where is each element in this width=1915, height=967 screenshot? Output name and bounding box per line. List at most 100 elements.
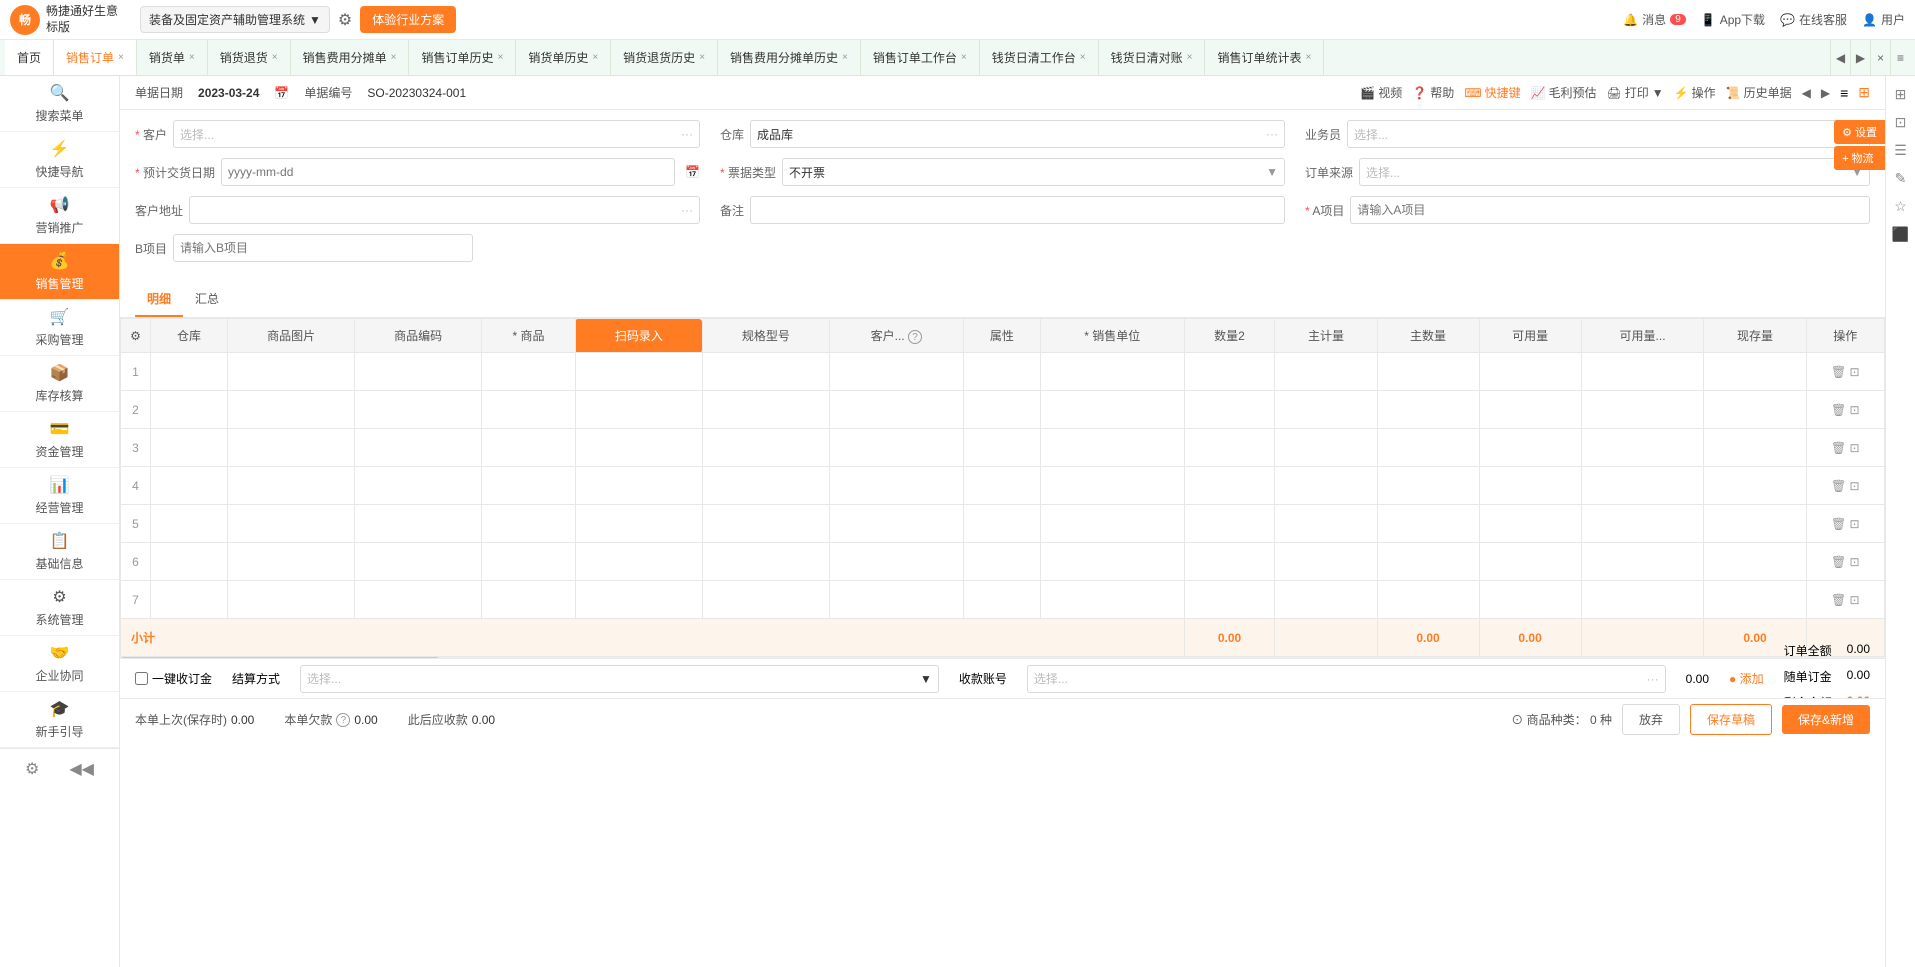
row-2-copy-icon[interactable]: ⊡ xyxy=(1850,403,1860,417)
receipt-dots[interactable]: ··· xyxy=(1647,672,1659,686)
customer-dots[interactable]: ··· xyxy=(681,127,693,141)
row-6-delete-icon[interactable]: 🗑 xyxy=(1831,555,1846,569)
row-2-delete-icon[interactable]: 🗑 xyxy=(1831,403,1846,417)
system-selector[interactable]: 装备及固定资产辅助管理系统 ▼ xyxy=(140,6,330,33)
tab-sales-order[interactable]: 销售订单 × xyxy=(54,40,137,76)
add-payment-btn[interactable]: ● 添加 xyxy=(1729,670,1764,687)
customer-select[interactable]: 选择... ··· xyxy=(173,120,700,148)
row-2-avail2[interactable] xyxy=(1581,391,1704,429)
warehouse-dots[interactable]: ··· xyxy=(1266,127,1278,141)
row-2-attr[interactable] xyxy=(963,391,1040,429)
sidebar-item-marketing[interactable]: 📢 营销推广 xyxy=(0,188,119,244)
tab-home[interactable]: 首页 xyxy=(5,40,54,76)
cust-code-info-icon[interactable]: ? xyxy=(908,330,922,344)
tab-sales-expense[interactable]: 销售费用分摊单 × xyxy=(291,40,410,76)
row-7-delete-icon[interactable]: 🗑 xyxy=(1831,593,1846,607)
prev-page-icon[interactable]: ◀ xyxy=(1802,86,1811,100)
grid-view-icon[interactable]: ⊞ xyxy=(1858,84,1870,101)
online-service-btn[interactable]: 💬 在线客服 xyxy=(1780,11,1847,28)
row-3-delete-icon[interactable]: 🗑 xyxy=(1831,441,1846,455)
tab-return-history[interactable]: 销货退货历史 × xyxy=(611,40,718,76)
gear-icon[interactable]: ⚙ xyxy=(338,10,352,30)
sidebar-item-shortcuts[interactable]: ⚡ 快捷导航 xyxy=(0,132,119,188)
row-1-avail1[interactable] xyxy=(1479,353,1581,391)
tab-expense-history[interactable]: 销售费用分摊单历史 × xyxy=(718,40,861,76)
row-5-delete-icon[interactable]: 🗑 xyxy=(1831,517,1846,531)
row-2-code[interactable] xyxy=(355,391,482,429)
row-1-copy-icon[interactable]: ⊡ xyxy=(1850,365,1860,379)
save-new-btn[interactable]: 保存&新增 xyxy=(1782,705,1870,734)
right-icon-1[interactable]: ⊞ xyxy=(1888,81,1914,107)
sidebar-item-inventory[interactable]: 📦 库存核算 xyxy=(0,356,119,412)
row-3-copy-icon[interactable]: ⊡ xyxy=(1850,441,1860,455)
row-4-delete-icon[interactable]: 🗑 xyxy=(1831,479,1846,493)
row-1-unit[interactable] xyxy=(1040,353,1184,391)
app-download-btn[interactable]: 📱 App下载 xyxy=(1701,11,1765,28)
nav-next-arrow[interactable]: ▶ xyxy=(1850,40,1870,76)
warehouse-select[interactable]: 成品库 ··· xyxy=(750,120,1285,148)
row-5-copy-icon[interactable]: ⊡ xyxy=(1850,517,1860,531)
tab-sales-return[interactable]: 销货退货 × xyxy=(208,40,291,76)
row-2-main-unit[interactable] xyxy=(1275,391,1377,429)
row-2-unit[interactable] xyxy=(1040,391,1184,429)
row-1-name[interactable] xyxy=(482,353,576,391)
row-1-spec[interactable] xyxy=(702,353,829,391)
calendar-icon[interactable]: 📅 xyxy=(274,86,289,100)
user-btn[interactable]: 👤 用户 xyxy=(1862,11,1905,28)
operation-btn[interactable]: ⚡ 操作 xyxy=(1674,84,1716,101)
tab-order-history[interactable]: 销售订单历史 × xyxy=(409,40,516,76)
row-2-warehouse[interactable] xyxy=(151,391,228,429)
tab-detail[interactable]: 明细 xyxy=(135,282,183,317)
sidebar-collapse-icon[interactable]: ◀◀ xyxy=(69,759,94,779)
next-page-icon[interactable]: ▶ xyxy=(1821,86,1830,100)
row-1-delete-icon[interactable]: 🗑 xyxy=(1831,365,1846,379)
row-1-stock[interactable] xyxy=(1704,353,1806,391)
tab-daily-clear[interactable]: 钱货日清工作台 × xyxy=(980,40,1099,76)
settings-float-btn[interactable]: ⚙ 设置 xyxy=(1834,120,1885,144)
nav-prev-arrow[interactable]: ◀ xyxy=(1830,40,1850,76)
b-project-input[interactable] xyxy=(173,234,473,262)
row-2-qty2[interactable] xyxy=(1184,391,1275,429)
row-2-avail1[interactable] xyxy=(1479,391,1581,429)
tab-sales-goods[interactable]: 销货单 × xyxy=(137,40,208,76)
right-icon-3[interactable]: ☰ xyxy=(1888,137,1914,163)
close-sales-return[interactable]: × xyxy=(272,52,278,63)
tab-summary[interactable]: 汇总 xyxy=(183,282,231,317)
a-project-input[interactable] xyxy=(1350,196,1870,224)
row-1-main-unit[interactable] xyxy=(1275,353,1377,391)
salesperson-select[interactable]: 选择... ··· xyxy=(1347,120,1870,148)
tab-order-workbench[interactable]: 销售订单工作台 × xyxy=(861,40,980,76)
right-icon-6[interactable]: ⬛ xyxy=(1888,221,1914,247)
sidebar-item-operations[interactable]: 📊 经营管理 xyxy=(0,468,119,524)
row-2-main-qty[interactable] xyxy=(1377,391,1479,429)
row-1-qty2[interactable] xyxy=(1184,353,1275,391)
row-7-copy-icon[interactable]: ⊡ xyxy=(1850,593,1860,607)
one-click-checkbox[interactable]: 一键收订金 xyxy=(135,670,212,687)
tab-daily-reconcile[interactable]: 钱货日清对账 × xyxy=(1099,40,1206,76)
discard-btn[interactable]: 放弃 xyxy=(1622,704,1680,735)
print-btn[interactable]: 🖨 打印 ▼ xyxy=(1607,84,1664,101)
sidebar-item-finance[interactable]: 💳 资金管理 xyxy=(0,412,119,468)
row-4-copy-icon[interactable]: ⊡ xyxy=(1850,479,1860,493)
row-1-code[interactable] xyxy=(355,353,482,391)
sidebar-item-search[interactable]: 🔍 搜索菜单 xyxy=(0,76,119,132)
row-2-image[interactable] xyxy=(228,391,355,429)
row-2-cust[interactable] xyxy=(829,391,963,429)
row-1-image[interactable] xyxy=(228,353,355,391)
messages-btn[interactable]: 🔔 消息 9 xyxy=(1623,11,1686,28)
profit-btn[interactable]: 📈 毛利预估 xyxy=(1531,84,1597,101)
history-btn[interactable]: 📜 历史单据 xyxy=(1726,84,1792,101)
order-source-select[interactable]: 选择... ▼ xyxy=(1359,158,1870,186)
row-1-warehouse[interactable] xyxy=(151,353,228,391)
info-circle-icon[interactable]: ? xyxy=(336,713,350,727)
row-1-attr[interactable] xyxy=(963,353,1040,391)
payment-method-select[interactable]: 选择... ▼ xyxy=(300,665,939,693)
shortcut-btn[interactable]: ⌨ 快捷键 xyxy=(1464,84,1520,101)
add-logistics-btn[interactable]: + 物流 xyxy=(1834,146,1885,170)
row-2-stock[interactable] xyxy=(1704,391,1806,429)
right-icon-4[interactable]: ✎ xyxy=(1888,165,1914,191)
save-draft-btn[interactable]: 保存草稿 xyxy=(1690,704,1772,735)
delivery-calendar-icon[interactable]: 📅 xyxy=(685,165,700,179)
industry-btn[interactable]: 体验行业方案 xyxy=(360,6,456,33)
goods-icon[interactable]: ⊙ xyxy=(1511,713,1523,727)
